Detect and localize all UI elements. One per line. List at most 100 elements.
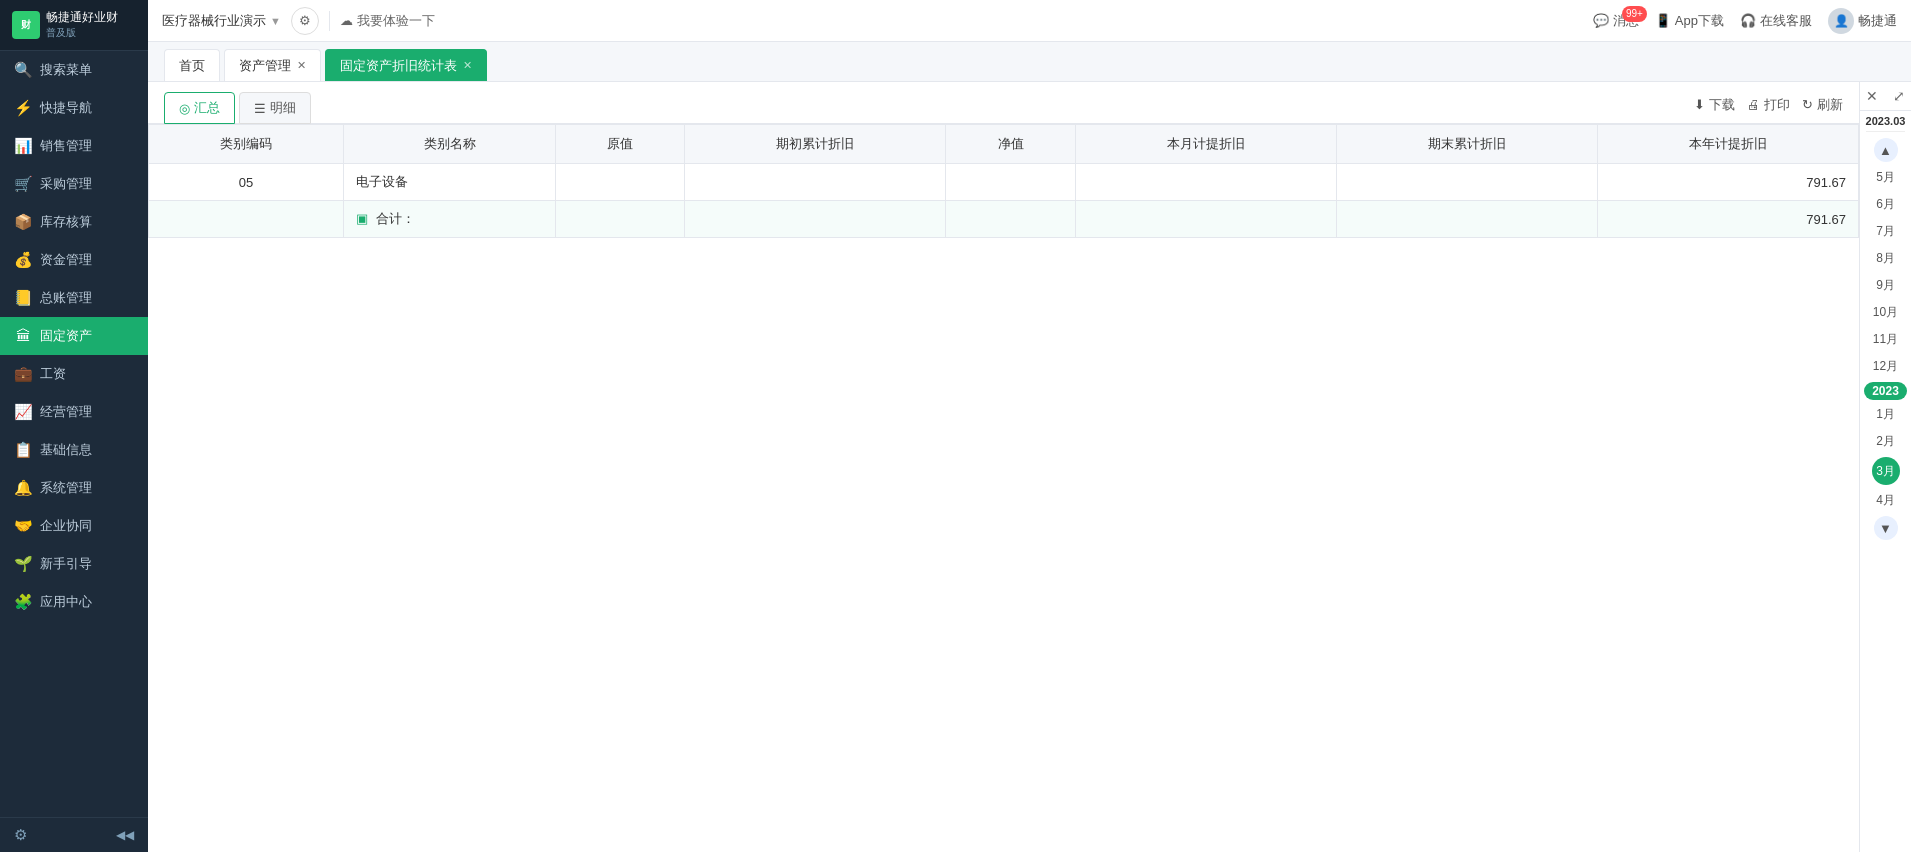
sidebar-item-ops[interactable]: 📈 经营管理 <box>0 393 148 431</box>
table-row: 05 电子设备 791.67 <box>149 164 1859 201</box>
sidebar-item-basic-info[interactable]: 📋 基础信息 <box>0 431 148 469</box>
refresh-icon: ↻ <box>1802 97 1813 112</box>
tab-home[interactable]: 首页 <box>164 49 220 81</box>
sidebar-item-label-quick-nav: 快捷导航 <box>40 99 92 117</box>
col-monthly-dep: 本月计提折旧 <box>1075 125 1336 164</box>
refresh-label: 刷新 <box>1817 96 1843 114</box>
total-label: ▣ 合计： <box>344 201 556 238</box>
experience-label: 我要体验一下 <box>357 12 435 30</box>
nav-up-btn[interactable]: ▲ <box>1874 138 1898 162</box>
month-11[interactable]: 11月 <box>1860 326 1911 353</box>
experience-btn[interactable]: ☁ 我要体验一下 <box>340 12 435 30</box>
download-label: 下载 <box>1709 96 1735 114</box>
sidebar-item-quick-nav[interactable]: ⚡ 快捷导航 <box>0 89 148 127</box>
sidebar-item-inventory[interactable]: 📦 库存核算 <box>0 203 148 241</box>
month-7[interactable]: 7月 <box>1860 218 1911 245</box>
settings-icon[interactable]: ⚙ <box>14 826 27 844</box>
print-btn[interactable]: 🖨 打印 <box>1747 96 1790 114</box>
service-icon: 🎧 <box>1740 13 1756 28</box>
total-end-dep <box>1336 201 1597 238</box>
total-monthly-dep <box>1075 201 1336 238</box>
right-panel-expand-btn[interactable]: ⤢ <box>1893 88 1905 104</box>
sales-icon: 📊 <box>14 137 32 155</box>
app-name: 畅捷通好业财 <box>46 10 118 26</box>
online-service-btn[interactable]: 🎧 在线客服 <box>1740 12 1812 30</box>
sidebar-item-guide[interactable]: 🌱 新手引导 <box>0 545 148 583</box>
sidebar-item-label-collab: 企业协同 <box>40 517 92 535</box>
table-wrapper: 类别编码 类别名称 原值 期初累计折旧 净值 本月计提折旧 期末累计折旧 本年计… <box>148 124 1859 852</box>
sidebar-item-app-center[interactable]: 🧩 应用中心 <box>0 583 148 621</box>
sidebar-item-search[interactable]: 🔍 搜索菜单 <box>0 51 148 89</box>
right-panel-date: 2023.03 <box>1866 111 1906 132</box>
col-end-dep: 期末累计折旧 <box>1336 125 1597 164</box>
tab-asset-mgmt-label: 资产管理 <box>239 57 291 75</box>
month-10[interactable]: 10月 <box>1860 299 1911 326</box>
print-label: 打印 <box>1764 96 1790 114</box>
company-dropdown-icon: ▼ <box>270 15 281 27</box>
sidebar-item-purchase[interactable]: 🛒 采购管理 <box>0 165 148 203</box>
sidebar-item-ledger[interactable]: 📒 总账管理 <box>0 279 148 317</box>
tab-depreciation[interactable]: 固定资产折旧统计表 ✕ <box>325 49 487 81</box>
total-yearly-dep: 791.67 <box>1597 201 1858 238</box>
row-original <box>556 164 685 201</box>
sub-tab-summary[interactable]: ◎ 汇总 <box>164 92 235 124</box>
content-area: ◎ 汇总 ☰ 明细 ⬇ 下载 🖨 打印 <box>148 82 1911 852</box>
refresh-btn[interactable]: ↻ 刷新 <box>1802 96 1843 114</box>
sidebar-item-label-ledger: 总账管理 <box>40 289 92 307</box>
sub-tabs-right: ⬇ 下载 🖨 打印 ↻ 刷新 <box>1694 96 1843 120</box>
user-profile[interactable]: 👤 畅捷通 <box>1828 8 1897 34</box>
month-8[interactable]: 8月 <box>1860 245 1911 272</box>
page-content: ◎ 汇总 ☰ 明细 ⬇ 下载 🖨 打印 <box>148 82 1859 852</box>
month-6[interactable]: 6月 <box>1860 191 1911 218</box>
message-btn[interactable]: 💬 消息 99+ <box>1593 12 1639 30</box>
row-end-dep <box>1336 164 1597 201</box>
month-jan[interactable]: 1月 <box>1860 401 1911 428</box>
sidebar-item-label-fixed-assets: 固定资产 <box>40 327 92 345</box>
month-feb[interactable]: 2月 <box>1860 428 1911 455</box>
col-code: 类别编码 <box>149 125 344 164</box>
sidebar-item-fixed-assets[interactable]: 🏛 固定资产 <box>0 317 148 355</box>
tab-asset-mgmt[interactable]: 资产管理 ✕ <box>224 49 321 81</box>
topbar-settings-btn[interactable]: ⚙ <box>291 7 319 35</box>
month-5[interactable]: 5月 <box>1860 164 1911 191</box>
payroll-icon: 💼 <box>14 365 32 383</box>
month-mar-active[interactable]: 3月 <box>1872 457 1900 485</box>
basic-info-icon: 📋 <box>14 441 32 459</box>
company-selector[interactable]: 医疗器械行业演示 ▼ <box>162 12 281 30</box>
main-area: 医疗器械行业演示 ▼ ⚙ ☁ 我要体验一下 💬 消息 99+ 📱 App下载 🎧… <box>148 0 1911 852</box>
topbar-divider <box>329 11 330 31</box>
sidebar-item-payroll[interactable]: 💼 工资 <box>0 355 148 393</box>
sidebar-item-sales[interactable]: 📊 销售管理 <box>0 127 148 165</box>
sidebar-item-finance[interactable]: 💰 资金管理 <box>0 241 148 279</box>
sidebar-item-system[interactable]: 🔔 系统管理 <box>0 469 148 507</box>
sidebar-item-collab[interactable]: 🤝 企业协同 <box>0 507 148 545</box>
row-net-value <box>946 164 1075 201</box>
download-icon: 📱 <box>1655 13 1671 28</box>
detail-icon: ☰ <box>254 101 266 116</box>
download-btn[interactable]: ⬇ 下载 <box>1694 96 1735 114</box>
sub-tab-detail[interactable]: ☰ 明细 <box>239 92 311 124</box>
month-apr[interactable]: 4月 <box>1860 487 1911 514</box>
app-download-label: App下载 <box>1675 12 1724 30</box>
nav-down-btn[interactable]: ▼ <box>1874 516 1898 540</box>
online-service-label: 在线客服 <box>1760 12 1812 30</box>
finance-icon: 💰 <box>14 251 32 269</box>
tab-asset-mgmt-close[interactable]: ✕ <box>297 59 306 72</box>
sidebar-item-label-purchase: 采购管理 <box>40 175 92 193</box>
print-icon: 🖨 <box>1747 97 1760 112</box>
total-empty <box>149 201 344 238</box>
right-panel-scroll: ▲ 5月 6月 7月 8月 9月 10月 11月 12月 2023 1月 2月 … <box>1860 132 1911 852</box>
month-9[interactable]: 9月 <box>1860 272 1911 299</box>
month-12[interactable]: 12月 <box>1860 353 1911 380</box>
collapse-icon[interactable]: ◀◀ <box>116 828 134 842</box>
sidebar-item-label-basic-info: 基础信息 <box>40 441 92 459</box>
sidebar-item-label-payroll: 工资 <box>40 365 66 383</box>
total-original <box>556 201 685 238</box>
col-original: 原值 <box>556 125 685 164</box>
right-panel-close-btn[interactable]: ✕ <box>1866 88 1878 104</box>
app-download-btn[interactable]: 📱 App下载 <box>1655 12 1724 30</box>
year-2023-label: 2023 <box>1864 382 1907 400</box>
sub-tab-summary-label: 汇总 <box>194 99 220 117</box>
sidebar-nav: 🔍 搜索菜单 ⚡ 快捷导航 📊 销售管理 🛒 采购管理 📦 库存核算 💰 资金管… <box>0 51 148 817</box>
tab-depreciation-close[interactable]: ✕ <box>463 59 472 72</box>
